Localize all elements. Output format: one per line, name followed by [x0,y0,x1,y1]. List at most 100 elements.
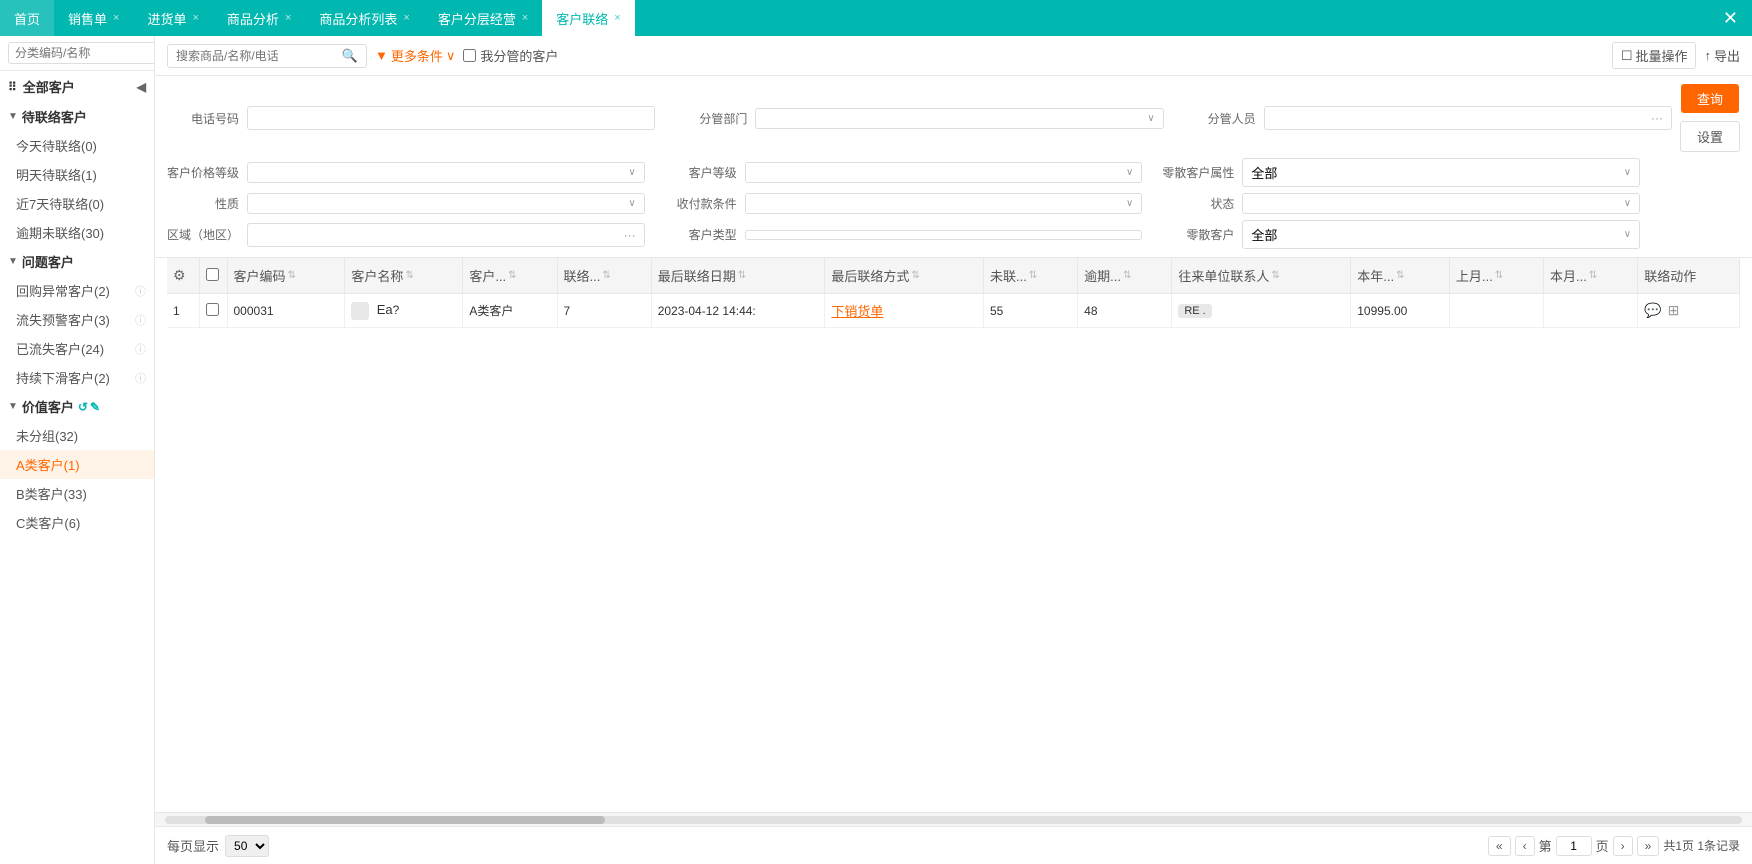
batch-op-button[interactable]: ☐ 批量操作 [1612,42,1697,69]
close-sales-tab[interactable]: × [113,12,119,24]
sort-last-month-icon[interactable]: ⇅ [1495,270,1503,281]
close-product-analysis-tab[interactable]: × [285,12,291,24]
last-method-link[interactable]: 下销货单 [831,304,883,319]
sidebar-item-c-class[interactable]: C类客户(6) [0,508,154,537]
phone-text-input[interactable] [256,111,646,125]
cell-overdue: 48 [1078,294,1172,328]
filter-status: 状态 ∨ [1162,193,1640,214]
sidebar-item-a-class[interactable]: A类客户(1) [0,450,154,479]
manager-select[interactable]: ··· [1264,106,1672,130]
sidebar-item-churn-warning[interactable]: 流失预警客户(3) ⓘ [0,305,154,334]
sort-this-year-icon[interactable]: ⇅ [1396,270,1404,281]
prev-page-button[interactable]: ‹ [1515,836,1535,856]
phone-label: 电话号码 [167,110,247,127]
payment-dropdown-icon: ∨ [1126,198,1133,209]
sort-this-month-icon[interactable]: ⇅ [1589,270,1597,281]
sidebar-search-area: 🔍 [0,36,154,71]
edit-value-group-icon[interactable]: ✎ [90,400,100,414]
sidebar-item-b-class[interactable]: B类客户(33) [0,479,154,508]
phone-input[interactable] [247,106,655,130]
customer-avatar [351,302,369,320]
problem-customer-group[interactable]: ▼ 问题客户 [0,247,154,276]
retail-attr-select[interactable]: 全部 ∨ [1242,158,1640,187]
sort-contact-icon[interactable]: ⇅ [602,270,610,281]
sidebar-item-declining[interactable]: 持续下滑客户(2) ⓘ [0,363,154,392]
main-layout: 🔍 ⠿ 全部客户 ◀ ▼ 待联络客户 今天待联络(0) 明天待联络(1) 近7天… [0,36,1752,864]
tab-purchase[interactable]: 进货单 × [133,0,212,36]
region-select[interactable]: ··· [247,223,645,247]
close-customer-layer-tab[interactable]: × [522,12,528,24]
horizontal-scrollbar[interactable] [155,812,1752,826]
grid-action-icon[interactable]: ⊞ [1668,302,1680,319]
tab-customer-contact[interactable]: 客户联络 × [542,0,634,36]
price-level-dropdown-icon: ∨ [628,167,635,178]
customer-level-select[interactable]: ∨ [745,162,1143,183]
collapse-all-customers-icon[interactable]: ◀ [137,80,146,94]
sidebar-item-overdue[interactable]: 逾期未联络(30) [0,218,154,247]
sort-no-contact-icon[interactable]: ⇅ [1029,270,1037,281]
all-customers-group[interactable]: ⠿ 全部客户 ◀ [0,71,154,102]
dept-select[interactable]: ∨ [755,108,1163,129]
page-number-input[interactable] [1556,836,1592,856]
search-icon[interactable]: 🔍 [342,48,358,64]
sidebar-item-tomorrow[interactable]: 明天待联络(1) [0,160,154,189]
sidebar: 🔍 ⠿ 全部客户 ◀ ▼ 待联络客户 今天待联络(0) 明天待联络(1) 近7天… [0,36,155,864]
settings-button[interactable]: 设置 [1680,121,1740,152]
value-customer-group[interactable]: ▼ 价值客户 ↺ ✎ [0,392,154,421]
sidebar-item-7days[interactable]: 近7天待联络(0) [0,189,154,218]
sidebar-item-today[interactable]: 今天待联络(0) [0,131,154,160]
customer-type-input[interactable] [745,230,1143,240]
sidebar-item-ungrouped[interactable]: 未分组(32) [0,421,154,450]
tab-sales[interactable]: 销售单 × [54,0,133,36]
select-all-checkbox[interactable] [206,268,219,281]
add-value-group-icon[interactable]: ↺ [78,400,88,414]
payment-select[interactable]: ∨ [745,193,1143,214]
row-checkbox[interactable] [206,303,219,316]
sort-name-icon[interactable]: ⇅ [405,270,413,281]
sort-last-date-icon[interactable]: ⇅ [738,270,746,281]
more-conditions-btn[interactable]: ▼ 更多条件 ∨ [375,46,455,65]
tab-product-analysis[interactable]: 商品分析 × [213,0,305,36]
query-btn-group: 查询 设置 [1672,84,1740,152]
table-row: 1 000031 Ea? A类客户 7 2023-04-12 14:44: [167,294,1740,328]
page-size-select[interactable]: 50 [225,835,269,857]
table-header-row: ⚙ 客户编码 ⇅ 客户名称 [167,258,1740,294]
sort-type-icon[interactable]: ⇅ [508,270,516,281]
search-input[interactable] [176,49,338,63]
tab-product-analysis-list[interactable]: 商品分析列表 × [305,0,423,36]
filter-row-1: 电话号码 分管部门 ∨ 分管人员 [167,84,1740,152]
query-button[interactable]: 查询 [1681,84,1739,113]
retail-customer-select[interactable]: 全部 ∨ [1242,220,1640,249]
filter-row-4: 区域（地区） ··· 客户类型 零散客户 [167,220,1740,249]
sort-overdue-icon[interactable]: ⇅ [1123,270,1131,281]
col-this-year: 本年... ⇅ [1351,258,1450,294]
sidebar-item-repurchase-abnormal[interactable]: 回购异常客户(2) ⓘ [0,276,154,305]
gear-icon[interactable]: ⚙ [173,267,186,283]
export-button[interactable]: ↑ 导出 [1704,46,1740,65]
close-customer-contact-tab[interactable]: × [614,12,620,24]
chat-icon[interactable]: 💬 [1644,302,1661,319]
payment-label: 收付款条件 [665,195,745,212]
sidebar-item-churned[interactable]: 已流失客户(24) ⓘ [0,334,154,363]
status-select[interactable]: ∨ [1242,193,1640,214]
global-close-button[interactable]: ✕ [1709,8,1752,29]
my-customers-checkbox[interactable] [463,49,476,62]
close-product-analysis-list-tab[interactable]: × [403,12,409,24]
nature-select[interactable]: ∨ [247,193,645,214]
next-page-button[interactable]: › [1613,836,1633,856]
sort-last-method-icon[interactable]: ⇅ [911,270,919,281]
price-level-select[interactable]: ∨ [247,162,645,183]
info-icon-3: ⓘ [135,370,146,386]
tab-customer-layer[interactable]: 客户分层经营 × [424,0,542,36]
sort-contact-person-icon[interactable]: ⇅ [1271,270,1279,281]
tab-home[interactable]: 首页 [0,0,54,36]
close-purchase-tab[interactable]: × [192,12,198,24]
scrollbar-thumb[interactable] [205,816,605,824]
pending-contact-group[interactable]: ▼ 待联络客户 [0,102,154,131]
footer-pagination: 每页显示 50 « ‹ 第 页 › » 共1页 1条记录 [155,826,1752,864]
sort-code-icon[interactable]: ⇅ [288,270,296,281]
my-customers-filter[interactable]: 我分管的客户 [463,46,558,65]
last-page-button[interactable]: » [1637,836,1660,856]
first-page-button[interactable]: « [1488,836,1511,856]
sidebar-search-input[interactable] [8,42,155,64]
